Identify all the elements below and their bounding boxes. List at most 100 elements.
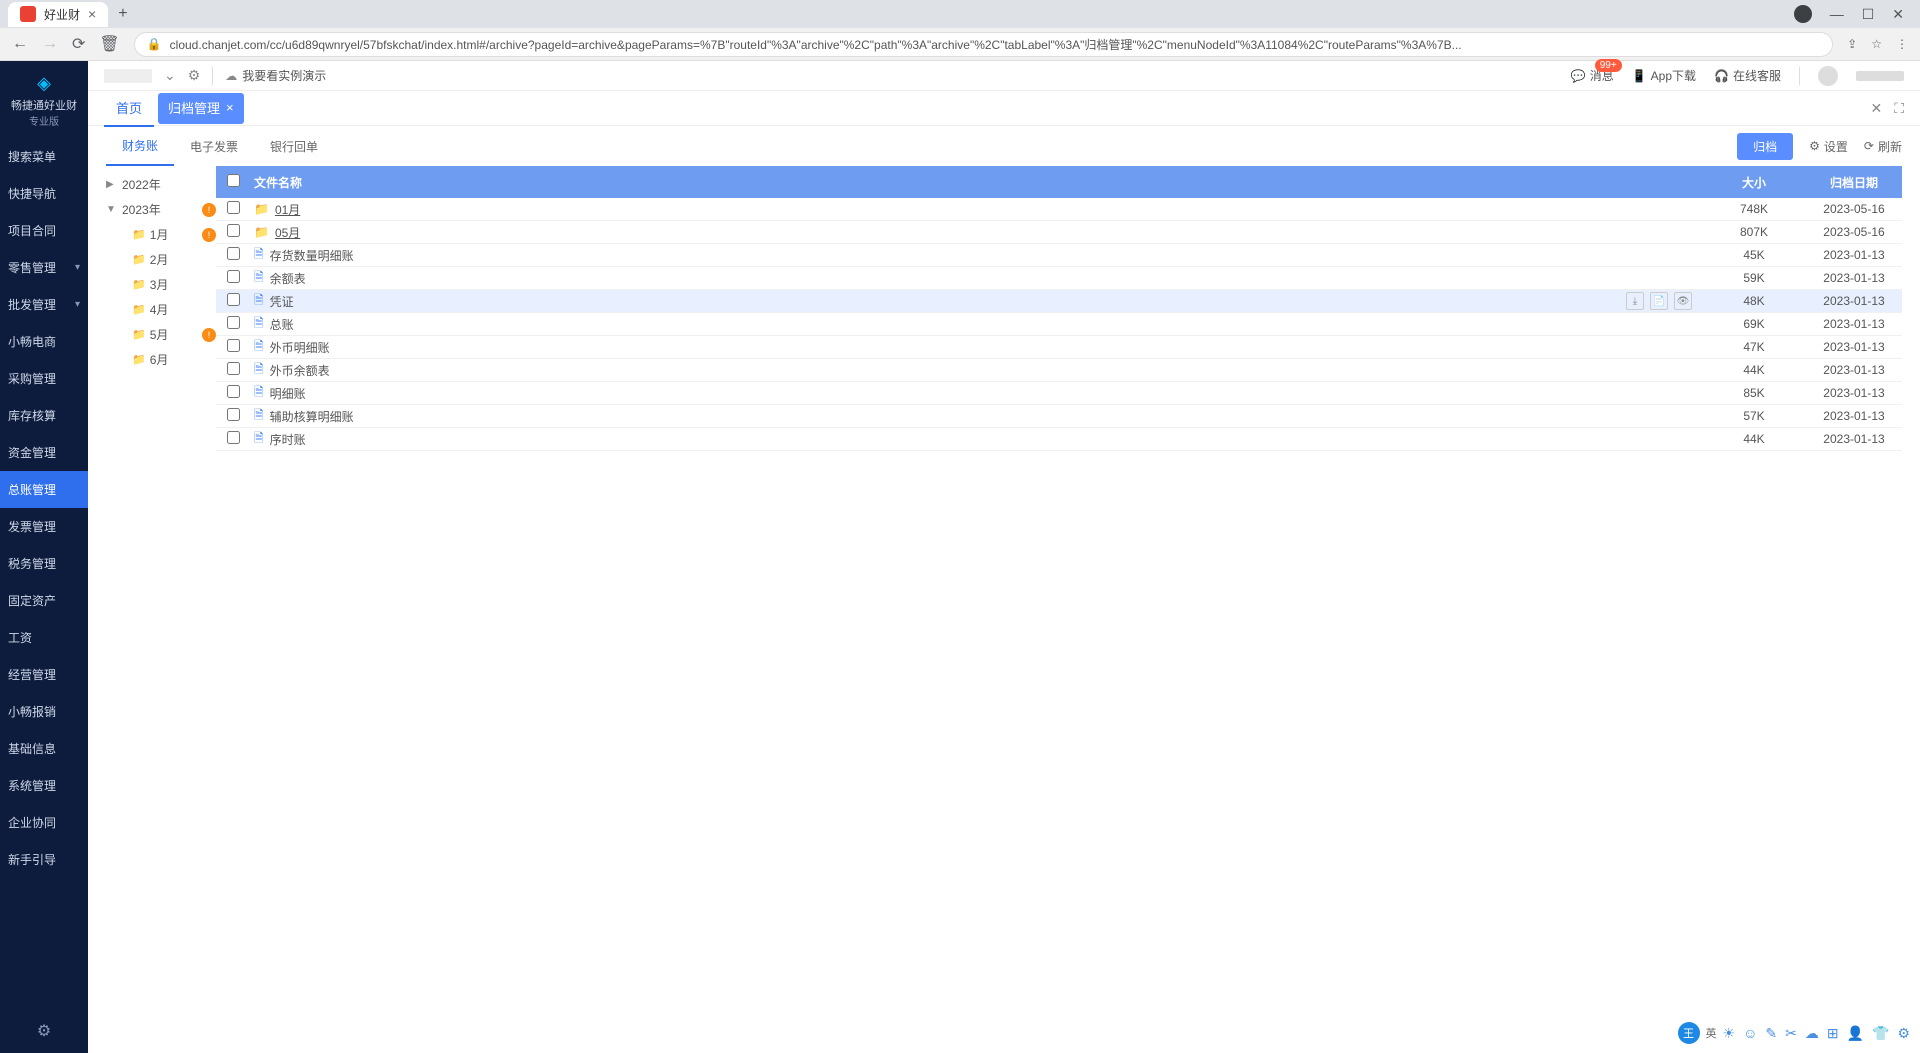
tree-month[interactable]: 📁2月 xyxy=(106,247,216,272)
row-checkbox[interactable] xyxy=(227,247,240,260)
settings-button[interactable]: ⚙ 设置 xyxy=(1809,138,1848,155)
view-icon[interactable]: 👁 xyxy=(1674,292,1692,310)
back-button[interactable]: ← xyxy=(12,35,28,53)
tree-month[interactable]: 📁1月! xyxy=(106,222,216,247)
row-checkbox[interactable] xyxy=(227,385,240,398)
sidebar-item[interactable]: 经营管理 xyxy=(0,656,88,693)
page-tab-home[interactable]: 首页 xyxy=(104,90,154,127)
address-bar[interactable]: 🔒 cloud.chanjet.com/cc/u6d89qwnryel/57bf… xyxy=(134,32,1833,57)
tree-month[interactable]: 📁5月! xyxy=(106,322,216,347)
tree-year-2022[interactable]: ▶ 2022年 xyxy=(106,172,216,197)
sidebar-item[interactable]: 小畅报销 xyxy=(0,693,88,730)
tb-icon[interactable]: ✎ xyxy=(1765,1025,1777,1042)
sidebar-item[interactable]: 零售管理▾ xyxy=(0,249,88,286)
page-tab-archive[interactable]: 归档管理 × xyxy=(158,93,244,124)
sidebar-item[interactable]: 搜索菜单 xyxy=(0,138,88,175)
support-button[interactable]: 🎧 在线客服 xyxy=(1714,67,1781,84)
tab-close-icon[interactable]: × xyxy=(88,6,96,22)
tab-title: 好业财 xyxy=(44,6,80,23)
tb-icon[interactable]: ✂ xyxy=(1785,1025,1797,1042)
sidebar-settings-icon[interactable]: ⚙ xyxy=(0,1009,88,1053)
sidebar-item[interactable]: 项目合同 xyxy=(0,212,88,249)
company-settings-icon[interactable]: ⚙ xyxy=(188,67,201,84)
incognito-icon[interactable] xyxy=(1794,5,1812,23)
row-checkbox[interactable] xyxy=(227,270,240,283)
table-row[interactable]: 🗎外币余额表 44K 2023-01-13 xyxy=(216,359,1902,382)
sidebar-item[interactable]: 税务管理 xyxy=(0,545,88,582)
table-row[interactable]: 🗎存货数量明细账 45K 2023-01-13 xyxy=(216,244,1902,267)
maximize-button[interactable]: ☐ xyxy=(1862,6,1875,23)
sidebar-item[interactable]: 总账管理 xyxy=(0,471,88,508)
messages-button[interactable]: 💬 消息 99+ xyxy=(1571,67,1614,84)
table-row[interactable]: 🗎总账 69K 2023-01-13 xyxy=(216,313,1902,336)
tb-icon[interactable]: 👕 xyxy=(1872,1025,1889,1042)
delete-icon[interactable]: 🗑 xyxy=(99,34,119,54)
sidebar-item[interactable]: 企业协同 xyxy=(0,804,88,841)
table-row[interactable]: 🗎序时账 44K 2023-01-13 xyxy=(216,428,1902,451)
table-row[interactable]: 🗎余额表 59K 2023-01-13 xyxy=(216,267,1902,290)
star-icon[interactable]: ☆ xyxy=(1871,37,1882,51)
sidebar-item[interactable]: 基础信息 xyxy=(0,730,88,767)
minimize-button[interactable]: — xyxy=(1830,6,1844,22)
table-row[interactable]: 🗎明细账 85K 2023-01-13 xyxy=(216,382,1902,405)
sub-tab-invoice[interactable]: 电子发票 xyxy=(174,128,254,165)
sidebar-item[interactable]: 发票管理 xyxy=(0,508,88,545)
table-row[interactable]: 📁01月 748K 2023-05-16 xyxy=(216,198,1902,221)
tb-icon[interactable]: ☁ xyxy=(1805,1025,1819,1042)
table-row[interactable]: 📁05月 807K 2023-05-16 xyxy=(216,221,1902,244)
file-name[interactable]: 05月 xyxy=(275,224,300,241)
download-button[interactable]: 📱 App下载 xyxy=(1632,67,1696,84)
row-checkbox[interactable] xyxy=(227,201,240,214)
tb-icon[interactable]: ☀ xyxy=(1723,1025,1736,1042)
sidebar-item[interactable]: 固定资产 xyxy=(0,582,88,619)
export-icon[interactable]: ⤓ xyxy=(1626,292,1644,310)
row-checkbox[interactable] xyxy=(227,362,240,375)
browser-tab[interactable]: 好业财 × xyxy=(8,2,108,27)
refresh-button[interactable]: ⟳ 刷新 xyxy=(1864,138,1902,155)
table-row[interactable]: 🗎外币明细账 47K 2023-01-13 xyxy=(216,336,1902,359)
pdf-icon[interactable]: 📄 xyxy=(1650,292,1668,310)
sub-tab-bank[interactable]: 银行回单 xyxy=(254,128,334,165)
archive-button[interactable]: 归档 xyxy=(1737,133,1793,160)
tree-month[interactable]: 📁6月 xyxy=(106,347,216,372)
sidebar-item[interactable]: 新手引导 xyxy=(0,841,88,878)
row-checkbox[interactable] xyxy=(227,316,240,329)
sub-tab-finance[interactable]: 财务账 xyxy=(106,127,174,166)
table-row[interactable]: 🗎辅助核算明细账 57K 2023-01-13 xyxy=(216,405,1902,428)
file-name[interactable]: 01月 xyxy=(275,201,300,218)
row-checkbox[interactable] xyxy=(227,431,240,444)
sidebar-item[interactable]: 采购管理 xyxy=(0,360,88,397)
close-all-icon[interactable]: ✕ xyxy=(1870,100,1882,117)
sidebar-item[interactable]: 快捷导航 xyxy=(0,175,88,212)
share-icon[interactable]: ⇪ xyxy=(1847,37,1857,51)
row-checkbox[interactable] xyxy=(227,408,240,421)
sidebar-item[interactable]: 系统管理 xyxy=(0,767,88,804)
sidebar-item[interactable]: 库存核算 xyxy=(0,397,88,434)
select-all-checkbox[interactable] xyxy=(227,174,240,187)
tb-icon[interactable]: ☺ xyxy=(1743,1025,1757,1042)
sidebar-item[interactable]: 资金管理 xyxy=(0,434,88,471)
tree-month[interactable]: 📁4月 xyxy=(106,297,216,322)
reload-button[interactable]: ⟳ xyxy=(72,34,85,54)
fullscreen-icon[interactable]: ⛶ xyxy=(1894,100,1904,117)
tb-icon[interactable]: 👤 xyxy=(1847,1025,1864,1042)
row-checkbox[interactable] xyxy=(227,293,240,306)
demo-link[interactable]: ☁ 我要看实例演示 xyxy=(225,67,326,84)
new-tab-button[interactable]: + xyxy=(118,5,127,23)
avatar[interactable] xyxy=(1818,66,1838,86)
menu-icon[interactable]: ⋮ xyxy=(1896,37,1908,51)
close-tab-icon[interactable]: × xyxy=(226,100,234,115)
ime-circle[interactable]: 王 xyxy=(1678,1022,1700,1044)
tb-icon[interactable]: ⚙ xyxy=(1897,1025,1910,1042)
table-row[interactable]: 🗎凭证 ⤓ 📄 👁 48K 2023-01-13 xyxy=(216,290,1902,313)
tb-icon[interactable]: ⊞ xyxy=(1827,1025,1839,1042)
close-button[interactable]: ✕ xyxy=(1892,6,1904,23)
row-checkbox[interactable] xyxy=(227,224,240,237)
sidebar-item[interactable]: 小畅电商 xyxy=(0,323,88,360)
tree-year-2023[interactable]: ▼ 2023年 ! xyxy=(106,197,216,222)
company-dropdown-icon[interactable]: ⌄ xyxy=(164,67,176,84)
row-checkbox[interactable] xyxy=(227,339,240,352)
tree-month[interactable]: 📁3月 xyxy=(106,272,216,297)
sidebar-item[interactable]: 批发管理▾ xyxy=(0,286,88,323)
sidebar-item[interactable]: 工资 xyxy=(0,619,88,656)
